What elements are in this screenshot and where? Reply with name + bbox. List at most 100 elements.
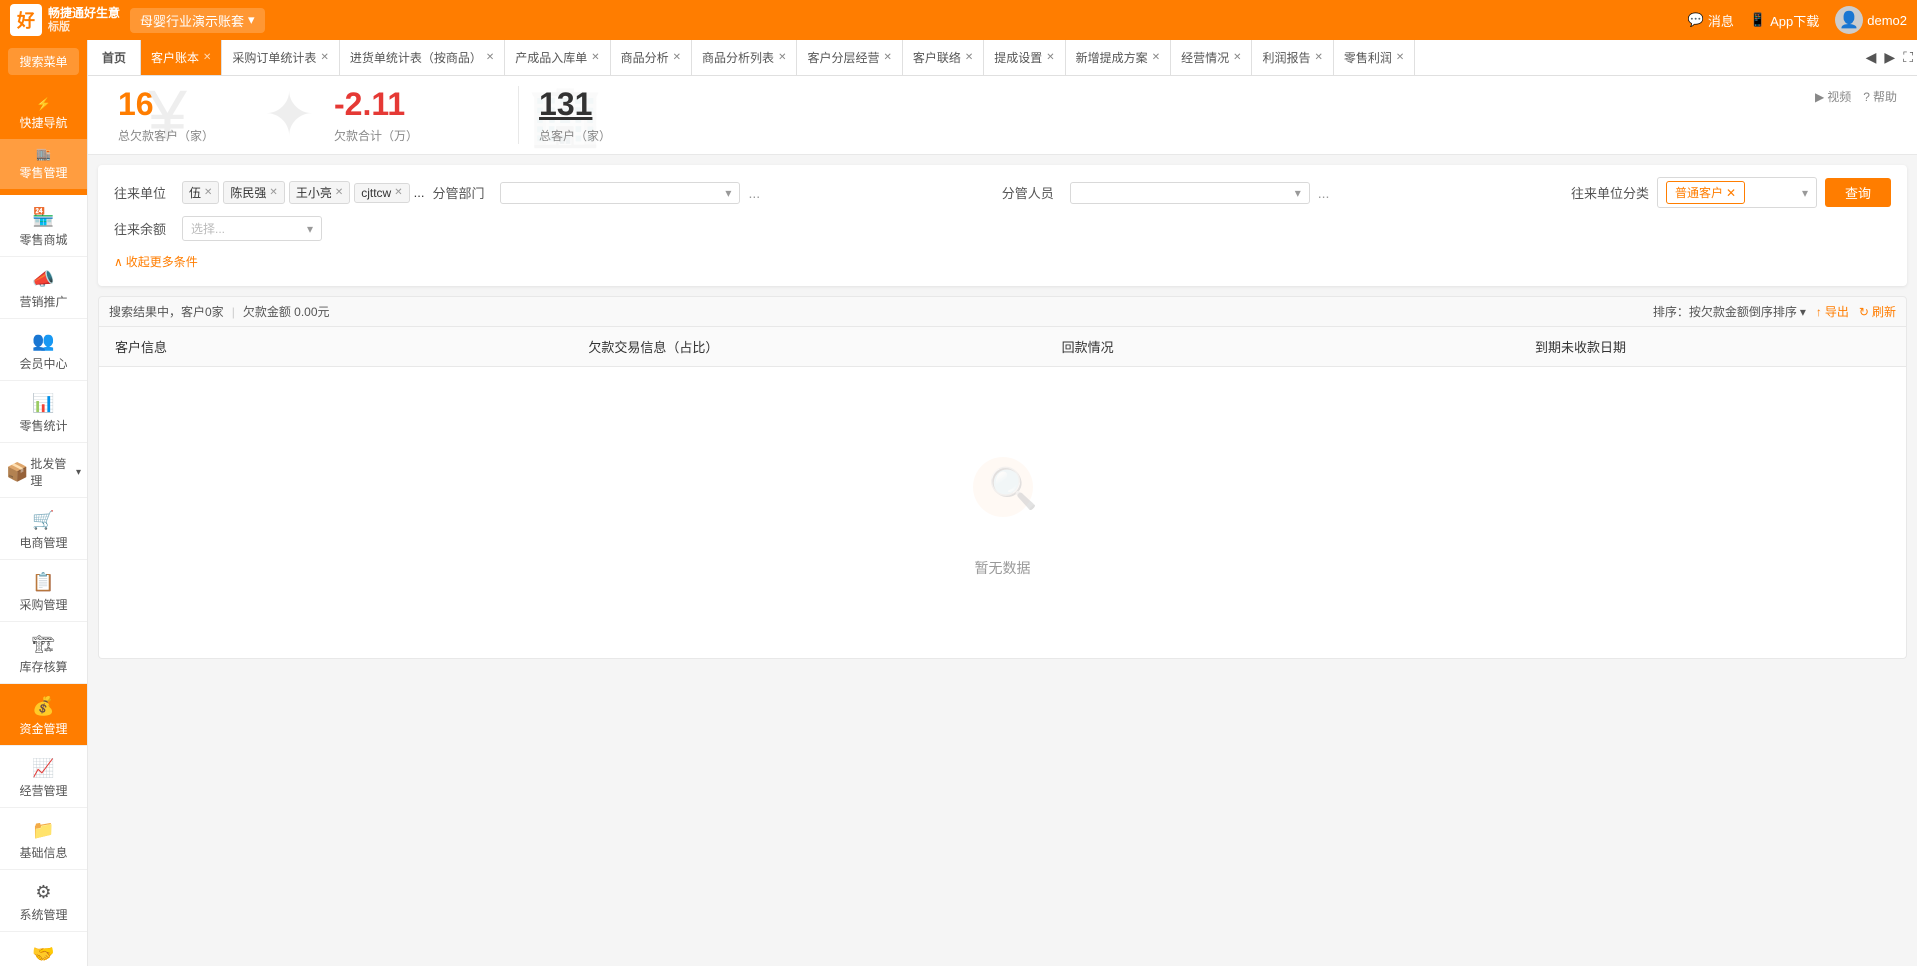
message-button[interactable]: 💬 消息	[1688, 11, 1734, 30]
close-tab-icon[interactable]: ✕	[673, 52, 681, 63]
app-download-button[interactable]: 📱 App下载	[1750, 11, 1819, 30]
sidebar-item-basic-info[interactable]: 📁 基础信息	[0, 808, 87, 870]
close-tab-icon[interactable]: ✕	[1396, 52, 1404, 63]
results-bar: 搜索结果中，客户0家 | 欠款金额 0.00元 排序：按欠款金额倒序排序 ▾ ↑…	[98, 296, 1907, 327]
tab-commission-settings[interactable]: 提成设置 ✕	[984, 40, 1065, 75]
close-tab-icon[interactable]: ✕	[1152, 52, 1160, 63]
sidebar-item-marketing[interactable]: 📣 营销推广	[0, 257, 87, 319]
tab-production-inbound[interactable]: 产成品入库单 ✕	[505, 40, 610, 75]
close-tab-icon[interactable]: ✕	[1233, 52, 1241, 63]
category-label: 往来单位分类	[1571, 183, 1649, 202]
video-link[interactable]: ▶ 视频	[1815, 88, 1851, 105]
close-tab-icon[interactable]: ✕	[591, 52, 599, 63]
logo-text: 畅捷通好生意	[48, 6, 120, 20]
close-tab-icon[interactable]: ✕	[778, 52, 786, 63]
tag-close-wu[interactable]: ✕	[204, 187, 212, 198]
query-button[interactable]: 查询	[1825, 178, 1891, 207]
top-actions: 💬 消息 📱 App下载 👤 demo2	[1688, 6, 1907, 34]
sidebar-item-label: 经营管理	[19, 782, 67, 799]
sidebar-item-label: 零售商城	[19, 231, 67, 248]
search-menu-button[interactable]: 搜索菜单	[8, 48, 79, 75]
account-selector[interactable]: 母婴行业演示账套 ▾	[130, 8, 265, 33]
sidebar-item-label: 零售统计	[19, 417, 67, 434]
export-button[interactable]: ↑ 导出	[1816, 303, 1849, 320]
unit-label: 往来单位	[114, 183, 174, 202]
tab-customer-account[interactable]: 客户账本 ✕	[141, 40, 222, 75]
tag-close-chen[interactable]: ✕	[269, 187, 277, 198]
dept-select[interactable]: ▾	[500, 182, 740, 204]
balance-arrow-icon: ▾	[307, 222, 313, 236]
sort-selector[interactable]: 排序：按欠款金额倒序排序 ▾	[1653, 303, 1806, 320]
total-customers-value: 16	[118, 86, 214, 123]
close-tab-icon[interactable]: ✕	[1315, 52, 1323, 63]
sidebar-item-member[interactable]: 👥 会员中心	[0, 319, 87, 381]
stat-total-customers: 16 总欠款客户（家）	[108, 86, 254, 144]
help-link[interactable]: ? 帮助	[1863, 88, 1897, 105]
tab-label: 进货单统计表（按商品）	[350, 49, 482, 66]
person-label: 分管人员	[1002, 183, 1062, 202]
tab-label: 商品分析列表	[702, 49, 774, 66]
tab-purchase-order[interactable]: 采购订单统计表 ✕	[222, 40, 339, 75]
close-tab-icon[interactable]: ✕	[1046, 52, 1054, 63]
person-more-button[interactable]: ...	[1318, 185, 1330, 201]
tag-close-wang[interactable]: ✕	[335, 187, 343, 198]
category-select[interactable]: 普通客户 ✕ ▾	[1657, 177, 1817, 208]
tab-profit-report[interactable]: 利润报告 ✕	[1252, 40, 1333, 75]
category-tag-close[interactable]: ✕	[1726, 186, 1736, 200]
quick-nav-item[interactable]: ⚡ 快捷导航	[0, 89, 87, 139]
more-tags-button[interactable]: ...	[414, 185, 425, 200]
page-content: ¥ 16 总欠款客户（家） ✦ -2.11 欠款合计（万） 🏢	[88, 76, 1917, 966]
enterprise-icon: 🤝	[32, 944, 54, 965]
sidebar-item-ecommerce[interactable]: 🛒 电商管理	[0, 498, 87, 560]
dept-more-button[interactable]: ...	[748, 185, 760, 201]
sidebar-item-purchase[interactable]: 📋 采购管理	[0, 560, 87, 622]
tab-next-button[interactable]: ▶	[1880, 40, 1899, 76]
sidebar-item-system[interactable]: ⚙ 系统管理	[0, 870, 87, 932]
sidebar-item-wholesale[interactable]: 📦 批发管理 ▾	[0, 443, 87, 498]
tab-label: 采购订单统计表	[232, 49, 316, 66]
tab-expand-button[interactable]: ⛶	[1899, 40, 1917, 76]
sidebar-item-retail-mall[interactable]: 🏪 零售商城	[0, 195, 87, 257]
tab-product-analysis[interactable]: 商品分析 ✕	[611, 40, 692, 75]
tab-operations[interactable]: 经营情况 ✕	[1171, 40, 1252, 75]
close-tab-icon[interactable]: ✕	[486, 52, 494, 63]
sidebar-item-retail-stats[interactable]: 📊 零售统计	[0, 381, 87, 443]
category-tag-text: 普通客户	[1675, 184, 1723, 201]
tab-label: 利润报告	[1262, 49, 1310, 66]
person-select[interactable]: ▾	[1070, 182, 1310, 204]
balance-select[interactable]: 选择... ▾	[182, 216, 322, 241]
message-label: 消息	[1708, 11, 1734, 30]
tab-customer-contact[interactable]: 客户联络 ✕	[903, 40, 984, 75]
filter-tag-wu: 伍 ✕	[182, 181, 219, 204]
sidebar-item-finance[interactable]: 💰 资金管理	[0, 684, 87, 746]
tag-text: 王小亮	[296, 184, 332, 201]
tag-close-cjttcw[interactable]: ✕	[394, 187, 402, 198]
col-repayment: 回款情况	[1062, 337, 1535, 356]
category-filter: 往来单位分类 普通客户 ✕ ▾	[1571, 177, 1817, 208]
close-tab-icon[interactable]: ✕	[203, 52, 211, 63]
tab-home[interactable]: 首页	[88, 40, 141, 75]
tab-prev-button[interactable]: ◀	[1862, 40, 1881, 76]
top-bar: 好 畅捷通好生意 标版 母婴行业演示账套 ▾ 💬 消息 📱 App下载 👤 de…	[0, 0, 1917, 40]
col-due-date: 到期未收款日期	[1535, 337, 1890, 356]
filter-tags: 伍 ✕ 陈民强 ✕ 王小亮 ✕ cjttcw ✕	[182, 181, 424, 204]
sidebar-item-operations[interactable]: 📈 经营管理	[0, 746, 87, 808]
retail-mgmt-item[interactable]: 🏬 零售管理	[0, 139, 87, 189]
tab-purchase-stats[interactable]: 进货单统计表（按商品） ✕	[340, 40, 505, 75]
sidebar-item-enterprise[interactable]: 🤝 企业协同	[0, 932, 87, 966]
tab-product-analysis-list[interactable]: 商品分析列表 ✕	[692, 40, 797, 75]
dept-label: 分管部门	[432, 183, 492, 202]
tab-customer-segment[interactable]: 客户分层经营 ✕	[797, 40, 902, 75]
close-tab-icon[interactable]: ✕	[965, 52, 973, 63]
debt-amount-value: -2.11	[334, 86, 418, 123]
refresh-button[interactable]: ↻ 刷新	[1859, 303, 1896, 320]
close-tab-icon[interactable]: ✕	[883, 52, 891, 63]
close-tab-icon[interactable]: ✕	[320, 52, 328, 63]
tab-new-commission[interactable]: 新增提成方案 ✕	[1066, 40, 1171, 75]
user-profile[interactable]: 👤 demo2	[1835, 6, 1907, 34]
chevron-down-icon: ▾	[248, 12, 255, 28]
tab-retail-profit[interactable]: 零售利润 ✕	[1334, 40, 1415, 75]
person-filter: 分管人员 ▾ ...	[1002, 182, 1563, 204]
collapse-button[interactable]: ∧ 收起更多条件	[114, 253, 1891, 270]
sidebar-item-inventory[interactable]: 🏗 库存核算	[0, 622, 87, 684]
